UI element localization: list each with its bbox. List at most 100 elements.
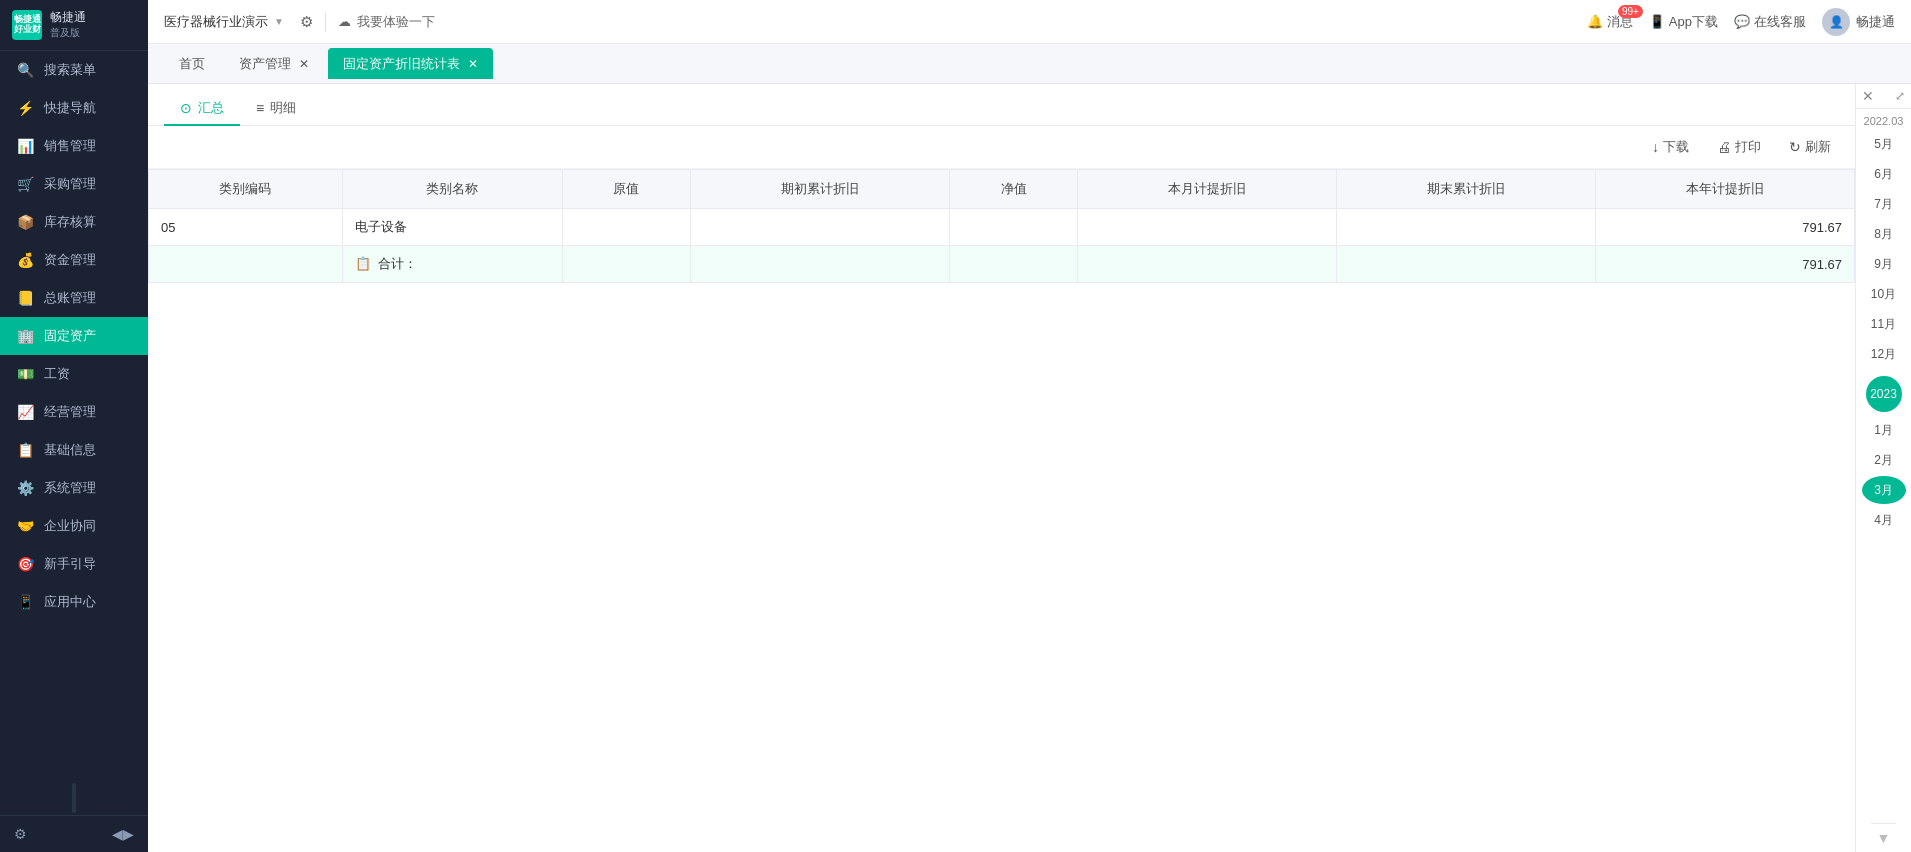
year-2023-badge[interactable]: 2023: [1866, 376, 1902, 412]
print-btn[interactable]: 🖨 打印: [1709, 134, 1769, 160]
total-icon: 📋: [355, 256, 371, 271]
sidebar-item-purchase[interactable]: 🛒 采购管理: [0, 165, 148, 203]
cell-benyue: [1078, 209, 1337, 246]
refresh-btn[interactable]: ↻ 刷新: [1781, 134, 1839, 160]
tab-depreciation-report[interactable]: 固定资产折旧统计表 ✕: [328, 48, 493, 79]
month-2023-4[interactable]: 4月: [1862, 506, 1906, 534]
col-header-jingzhi: 净值: [949, 170, 1077, 209]
total-benyue: [1078, 246, 1337, 283]
settings-icon[interactable]: ⚙: [300, 13, 313, 31]
month-2022-5[interactable]: 5月: [1862, 130, 1906, 158]
cell-name: 电子设备: [342, 209, 562, 246]
print-label: 打印: [1735, 138, 1761, 156]
sidebar-item-basicinfo[interactable]: 📋 基础信息: [0, 431, 148, 469]
sidebar-item-operations[interactable]: 📈 经营管理: [0, 393, 148, 431]
cart-icon: 🛒: [16, 176, 34, 192]
chart-icon: 📊: [16, 138, 34, 154]
sidebar-item-label: 搜索菜单: [44, 61, 96, 79]
table-row[interactable]: 05 电子设备 791.67: [149, 209, 1855, 246]
right-date-panel: ✕ ⤢ 2022.03 5月 6月 7月 8月 9月 10月 11月 12月 2…: [1855, 84, 1911, 852]
gear-icon: ⚙️: [16, 480, 34, 496]
month-2022-7[interactable]: 7月: [1862, 190, 1906, 218]
tab-close-icon[interactable]: ✕: [299, 58, 309, 70]
sidebar-item-enterprise[interactable]: 🤝 企业协同: [0, 507, 148, 545]
tab-home[interactable]: 首页: [164, 48, 220, 79]
info-icon: 📋: [16, 442, 34, 458]
col-header-benyue: 本月计提折旧: [1078, 170, 1337, 209]
month-2022-10[interactable]: 10月: [1862, 280, 1906, 308]
sidebar-item-label: 固定资产: [44, 327, 96, 345]
ledger-icon: 📒: [16, 290, 34, 306]
content-area: ⊙ 汇总 ≡ 明细 ↓ 下载 🖨 打印 ↻: [148, 84, 1911, 852]
cell-code: 05: [149, 209, 343, 246]
sidebar-scroll: 🔍 搜索菜单 ⚡ 快捷导航 📊 销售管理 🛒 采购管理 📦 库存核算 💰 资金管…: [0, 51, 148, 781]
dropdown-arrow-icon: ▼: [274, 16, 284, 27]
panel-expand-icon[interactable]: ⤢: [1895, 89, 1905, 103]
sidebar-item-search[interactable]: 🔍 搜索菜单: [0, 51, 148, 89]
sidebar-item-inventory[interactable]: 📦 库存核算: [0, 203, 148, 241]
month-2023-3[interactable]: 3月: [1862, 476, 1906, 504]
cell-jingzhi: [949, 209, 1077, 246]
sidebar-item-appcenter[interactable]: 📱 应用中心: [0, 583, 148, 621]
user-label: 畅捷通: [1856, 13, 1895, 31]
sidebar-footer: ⚙ ◀▶: [0, 815, 148, 852]
app-download-btn[interactable]: 📱 App下载: [1649, 13, 1718, 31]
sidebar-item-ledger[interactable]: 📒 总账管理: [0, 279, 148, 317]
company-selector[interactable]: 医疗器械行业演示 ▼: [164, 13, 284, 31]
total-bennian: 791.67: [1596, 246, 1855, 283]
tab-depreciation-label: 固定资产折旧统计表: [343, 55, 460, 73]
month-2022-6[interactable]: 6月: [1862, 160, 1906, 188]
building-icon: 🏢: [16, 328, 34, 344]
sidebar-item-guide[interactable]: 🎯 新手引导: [0, 545, 148, 583]
month-2023-2[interactable]: 2月: [1862, 446, 1906, 474]
topbar: 医疗器械行业演示 ▼ ⚙ ☁ 我要体验一下 🔔 消息 99+ 📱 App下载 💬…: [148, 0, 1911, 44]
sidebar-item-label: 企业协同: [44, 517, 96, 535]
sidebar-item-label: 经营管理: [44, 403, 96, 421]
month-2023-1[interactable]: 1月: [1862, 416, 1906, 444]
sidebar-item-funds[interactable]: 💰 资金管理: [0, 241, 148, 279]
col-header-yuanzhi: 原值: [562, 170, 690, 209]
detail-icon: ≡: [256, 100, 264, 116]
app-edition: 普及版: [50, 26, 86, 40]
subtab-summary[interactable]: ⊙ 汇总: [164, 92, 240, 126]
chevron-down-icon[interactable]: ▼: [1877, 830, 1891, 846]
download-icon: 📱: [1649, 14, 1665, 29]
tab-asset-management[interactable]: 资产管理 ✕: [224, 48, 324, 79]
month-2022-11[interactable]: 11月: [1862, 310, 1906, 338]
user-avatar-btn[interactable]: 👤 畅捷通: [1822, 8, 1895, 36]
tab-close-active-icon[interactable]: ✕: [468, 58, 478, 70]
sidebar-item-system[interactable]: ⚙️ 系统管理: [0, 469, 148, 507]
tab-asset-label: 资产管理: [239, 55, 291, 73]
search-icon: 🔍: [16, 62, 34, 78]
download-btn[interactable]: ↓ 下载: [1644, 134, 1697, 160]
sidebar-item-label: 采购管理: [44, 175, 96, 193]
sidebar-item-assets[interactable]: 🏢 固定资产: [0, 317, 148, 355]
subtab-detail[interactable]: ≡ 明细: [240, 92, 312, 126]
right-panel-header: ✕ ⤢: [1856, 84, 1911, 109]
online-service-btn[interactable]: 💬 在线客服: [1734, 13, 1806, 31]
ops-icon: 📈: [16, 404, 34, 420]
main-area: 医疗器械行业演示 ▼ ⚙ ☁ 我要体验一下 🔔 消息 99+ 📱 App下载 💬…: [148, 0, 1911, 852]
cell-qichu: [691, 209, 950, 246]
experience-btn[interactable]: ☁ 我要体验一下: [338, 13, 435, 31]
settings-icon[interactable]: ⚙: [14, 826, 27, 842]
bell-icon: 🔔: [1587, 14, 1603, 29]
month-2022-12[interactable]: 12月: [1862, 340, 1906, 368]
summary-icon: ⊙: [180, 100, 192, 116]
depreciation-table: 类别编码 类别名称 原值 期初累计折旧 净值 本月计提折旧 期末累计折旧 本年计…: [148, 169, 1855, 283]
month-2022-8[interactable]: 8月: [1862, 220, 1906, 248]
month-2022-9[interactable]: 9月: [1862, 250, 1906, 278]
sidebar-item-sales[interactable]: 📊 销售管理: [0, 127, 148, 165]
notifications-btn[interactable]: 🔔 消息 99+: [1587, 13, 1633, 31]
total-qimo: [1337, 246, 1596, 283]
sidebar-item-label: 销售管理: [44, 137, 96, 155]
sidebar-item-payroll[interactable]: 💵 工资: [0, 355, 148, 393]
cell-qimo: [1337, 209, 1596, 246]
total-label: 📋 合计：: [342, 246, 562, 283]
flash-icon: ⚡: [16, 100, 34, 116]
sidebar-item-quicknav[interactable]: ⚡ 快捷导航: [0, 89, 148, 127]
app-title: 畅捷通: [50, 10, 86, 26]
panel-close-icon[interactable]: ✕: [1862, 88, 1874, 104]
collapse-icon[interactable]: ◀▶: [112, 826, 134, 842]
notifications-badge: 99+: [1618, 5, 1643, 18]
